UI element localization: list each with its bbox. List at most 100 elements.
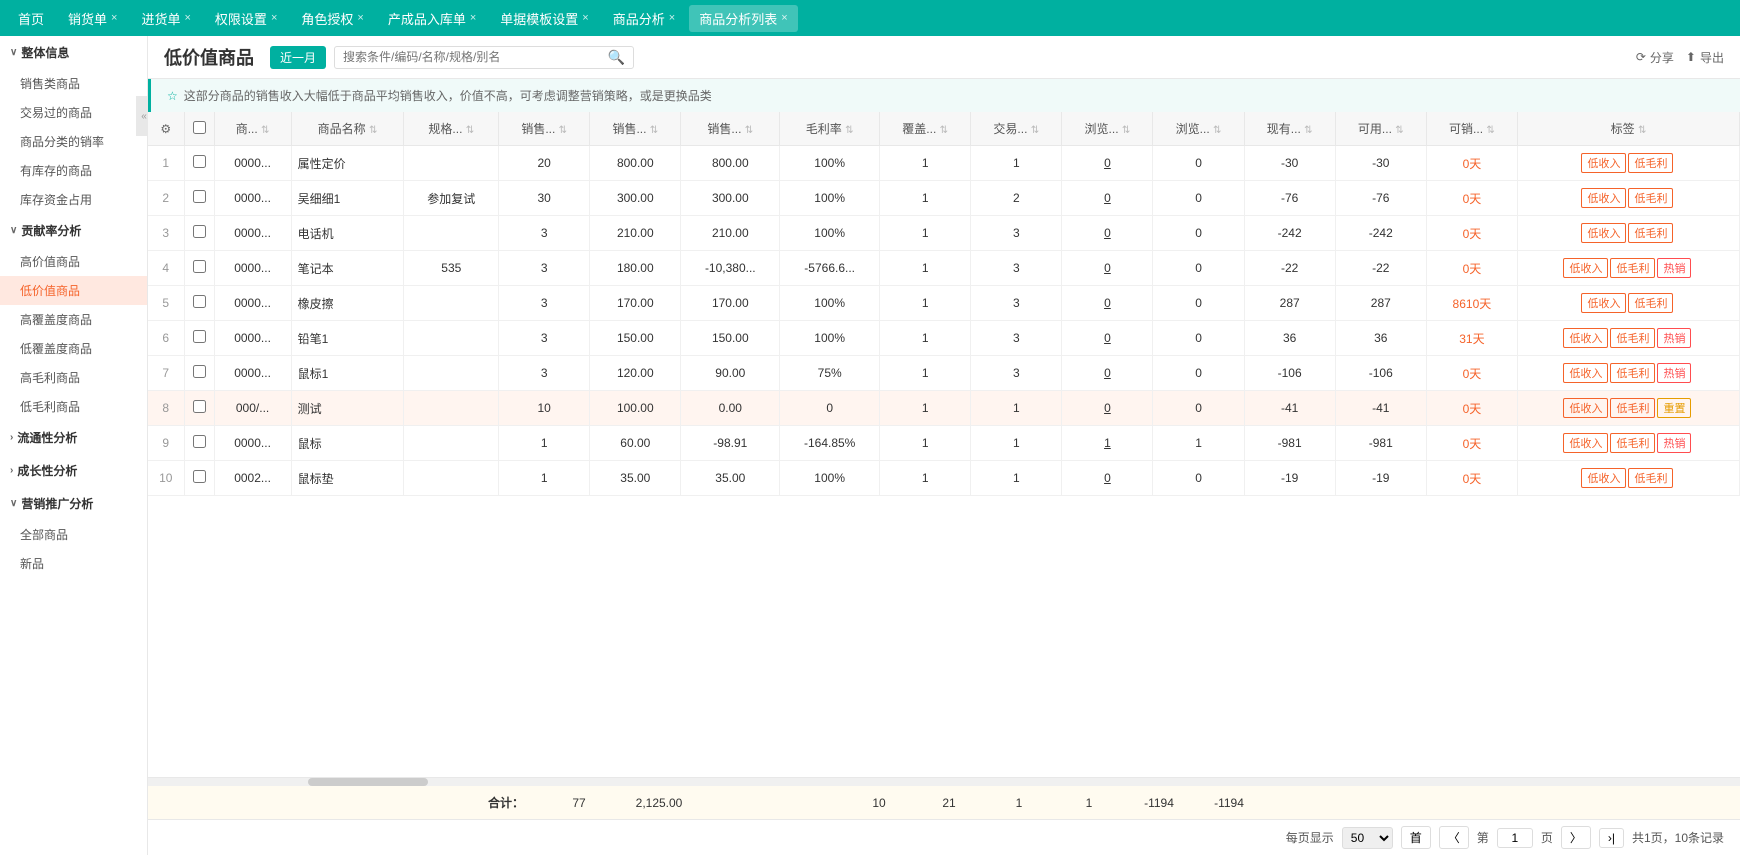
- row-checkbox[interactable]: [193, 225, 206, 238]
- sidebar-item-low-coverage[interactable]: 低覆盖度商品: [0, 334, 147, 363]
- sidebar-item-inventory-goods[interactable]: 有库存的商品: [0, 156, 147, 185]
- nav-close-roles[interactable]: ×: [357, 12, 363, 24]
- col-views2[interactable]: 浏览... ⇅: [1153, 112, 1244, 146]
- cell-sales-count: 20: [499, 146, 590, 181]
- col-code[interactable]: 商... ⇅: [214, 112, 291, 146]
- cell-checkbox[interactable]: [184, 321, 214, 356]
- col-sales-amount[interactable]: 销售... ⇅: [590, 112, 681, 146]
- nav-analysis-list[interactable]: 商品分析列表 ×: [689, 5, 797, 32]
- nav-close-permissions[interactable]: ×: [271, 12, 277, 24]
- cell-checkbox[interactable]: [184, 461, 214, 496]
- search-icon[interactable]: 🔍: [608, 49, 625, 66]
- row-checkbox[interactable]: [193, 190, 206, 203]
- page-number-input[interactable]: [1497, 828, 1533, 848]
- next-page-button[interactable]: 〉: [1561, 826, 1591, 849]
- row-checkbox[interactable]: [193, 295, 206, 308]
- cell-checkbox[interactable]: [184, 216, 214, 251]
- nav-close-sales[interactable]: ×: [111, 12, 117, 24]
- nav-purchase[interactable]: 进货单 ×: [131, 5, 200, 32]
- per-page-select[interactable]: 50 100 200: [1342, 827, 1393, 849]
- last-page-button[interactable]: ›|: [1599, 828, 1624, 848]
- nav-home[interactable]: 首页: [8, 5, 54, 32]
- nav-products[interactable]: 产成品入库单 ×: [378, 5, 486, 32]
- views1-link[interactable]: 0: [1104, 331, 1111, 345]
- row-checkbox[interactable]: [193, 155, 206, 168]
- select-all-checkbox[interactable]: [193, 121, 206, 134]
- sidebar-item-high-coverage[interactable]: 高覆盖度商品: [0, 305, 147, 334]
- nav-close-products[interactable]: ×: [470, 12, 476, 24]
- nav-close-analysis-list[interactable]: ×: [781, 12, 787, 24]
- time-filter-button[interactable]: 近一月: [270, 46, 326, 69]
- nav-template[interactable]: 单据模板设置 ×: [490, 5, 598, 32]
- views1-link[interactable]: 0: [1104, 226, 1111, 240]
- views1-link[interactable]: 1: [1104, 436, 1111, 450]
- views1-link[interactable]: 0: [1104, 261, 1111, 275]
- views1-link[interactable]: 0: [1104, 296, 1111, 310]
- cell-checkbox[interactable]: [184, 356, 214, 391]
- nav-roles[interactable]: 角色授权 ×: [291, 5, 373, 32]
- prev-page-button[interactable]: 〈: [1439, 826, 1469, 849]
- col-saleable[interactable]: 可销... ⇅: [1426, 112, 1517, 146]
- nav-close-analysis[interactable]: ×: [669, 12, 675, 24]
- col-gross-margin[interactable]: 毛利率 ⇅: [780, 112, 880, 146]
- col-checkbox-header[interactable]: [184, 112, 214, 146]
- sidebar-group-contribution[interactable]: ∨ 贡献率分析: [0, 214, 147, 247]
- views1-link[interactable]: 0: [1104, 471, 1111, 485]
- sidebar-item-new-goods[interactable]: 新品: [0, 549, 147, 578]
- col-trade[interactable]: 交易... ⇅: [971, 112, 1062, 146]
- sidebar-item-inventory-funds[interactable]: 库存资金占用: [0, 185, 147, 214]
- row-checkbox[interactable]: [193, 260, 206, 273]
- row-checkbox[interactable]: [193, 470, 206, 483]
- views1-link[interactable]: 0: [1104, 191, 1111, 205]
- nav-close-template[interactable]: ×: [582, 12, 588, 24]
- sidebar-group-growth[interactable]: › 成长性分析: [0, 454, 147, 487]
- nav-analysis[interactable]: 商品分析 ×: [603, 5, 685, 32]
- cell-checkbox[interactable]: [184, 181, 214, 216]
- sidebar-item-high-value[interactable]: 高价值商品: [0, 247, 147, 276]
- sidebar-item-low-margin[interactable]: 低毛利商品: [0, 392, 147, 421]
- horizontal-scrollbar[interactable]: [148, 778, 1740, 786]
- sidebar-group-liquidity[interactable]: › 流通性分析: [0, 421, 147, 454]
- share-button[interactable]: ⟳ 分享: [1636, 49, 1674, 66]
- views1-link[interactable]: 0: [1104, 156, 1111, 170]
- row-checkbox[interactable]: [193, 400, 206, 413]
- nav-close-purchase[interactable]: ×: [184, 12, 190, 24]
- col-spec[interactable]: 规格... ⇅: [404, 112, 499, 146]
- sidebar-group-overall[interactable]: ∨ 整体信息: [0, 36, 147, 69]
- col-current-stock[interactable]: 现有... ⇅: [1244, 112, 1335, 146]
- row-checkbox[interactable]: [193, 435, 206, 448]
- sidebar-item-sales-goods[interactable]: 销售类商品: [0, 69, 147, 98]
- views1-link[interactable]: 0: [1104, 366, 1111, 380]
- col-coverage[interactable]: 覆盖... ⇅: [880, 112, 971, 146]
- sidebar-item-category-sales[interactable]: 商品分类的销率: [0, 127, 147, 156]
- col-sales-count[interactable]: 销售... ⇅: [499, 112, 590, 146]
- export-button[interactable]: ⬆ 导出: [1686, 49, 1724, 66]
- col-views1[interactable]: 浏览... ⇅: [1062, 112, 1153, 146]
- search-input[interactable]: [343, 50, 604, 64]
- settings-icon[interactable]: ⚙: [160, 122, 171, 136]
- sidebar-group-marketing[interactable]: ∨ 营销推广分析: [0, 487, 147, 520]
- col-tags[interactable]: 标签 ⇅: [1517, 112, 1739, 146]
- cell-checkbox[interactable]: [184, 146, 214, 181]
- col-settings[interactable]: ⚙: [148, 112, 184, 146]
- sidebar-item-high-margin[interactable]: 高毛利商品: [0, 363, 147, 392]
- cell-checkbox[interactable]: [184, 426, 214, 461]
- col-available-stock[interactable]: 可用... ⇅: [1335, 112, 1426, 146]
- cell-checkbox[interactable]: [184, 286, 214, 321]
- collapse-button[interactable]: «: [136, 96, 148, 136]
- cell-checkbox[interactable]: [184, 251, 214, 286]
- total-current-stock: -1194: [1124, 796, 1194, 810]
- row-checkbox[interactable]: [193, 365, 206, 378]
- cell-checkbox[interactable]: [184, 391, 214, 426]
- sidebar-item-all-goods[interactable]: 全部商品: [0, 520, 147, 549]
- row-checkbox[interactable]: [193, 330, 206, 343]
- sidebar-item-traded-goods[interactable]: 交易过的商品: [0, 98, 147, 127]
- scrollbar-thumb[interactable]: [308, 778, 428, 786]
- views1-link[interactable]: 0: [1104, 401, 1111, 415]
- sidebar-item-low-value[interactable]: 低价值商品: [0, 276, 147, 305]
- col-sales-cost[interactable]: 销售... ⇅: [681, 112, 780, 146]
- col-name[interactable]: 商品名称 ⇅: [291, 112, 404, 146]
- nav-permissions[interactable]: 权限设置 ×: [205, 5, 287, 32]
- nav-sales[interactable]: 销货单 ×: [58, 5, 127, 32]
- first-page-button[interactable]: 首: [1401, 826, 1431, 849]
